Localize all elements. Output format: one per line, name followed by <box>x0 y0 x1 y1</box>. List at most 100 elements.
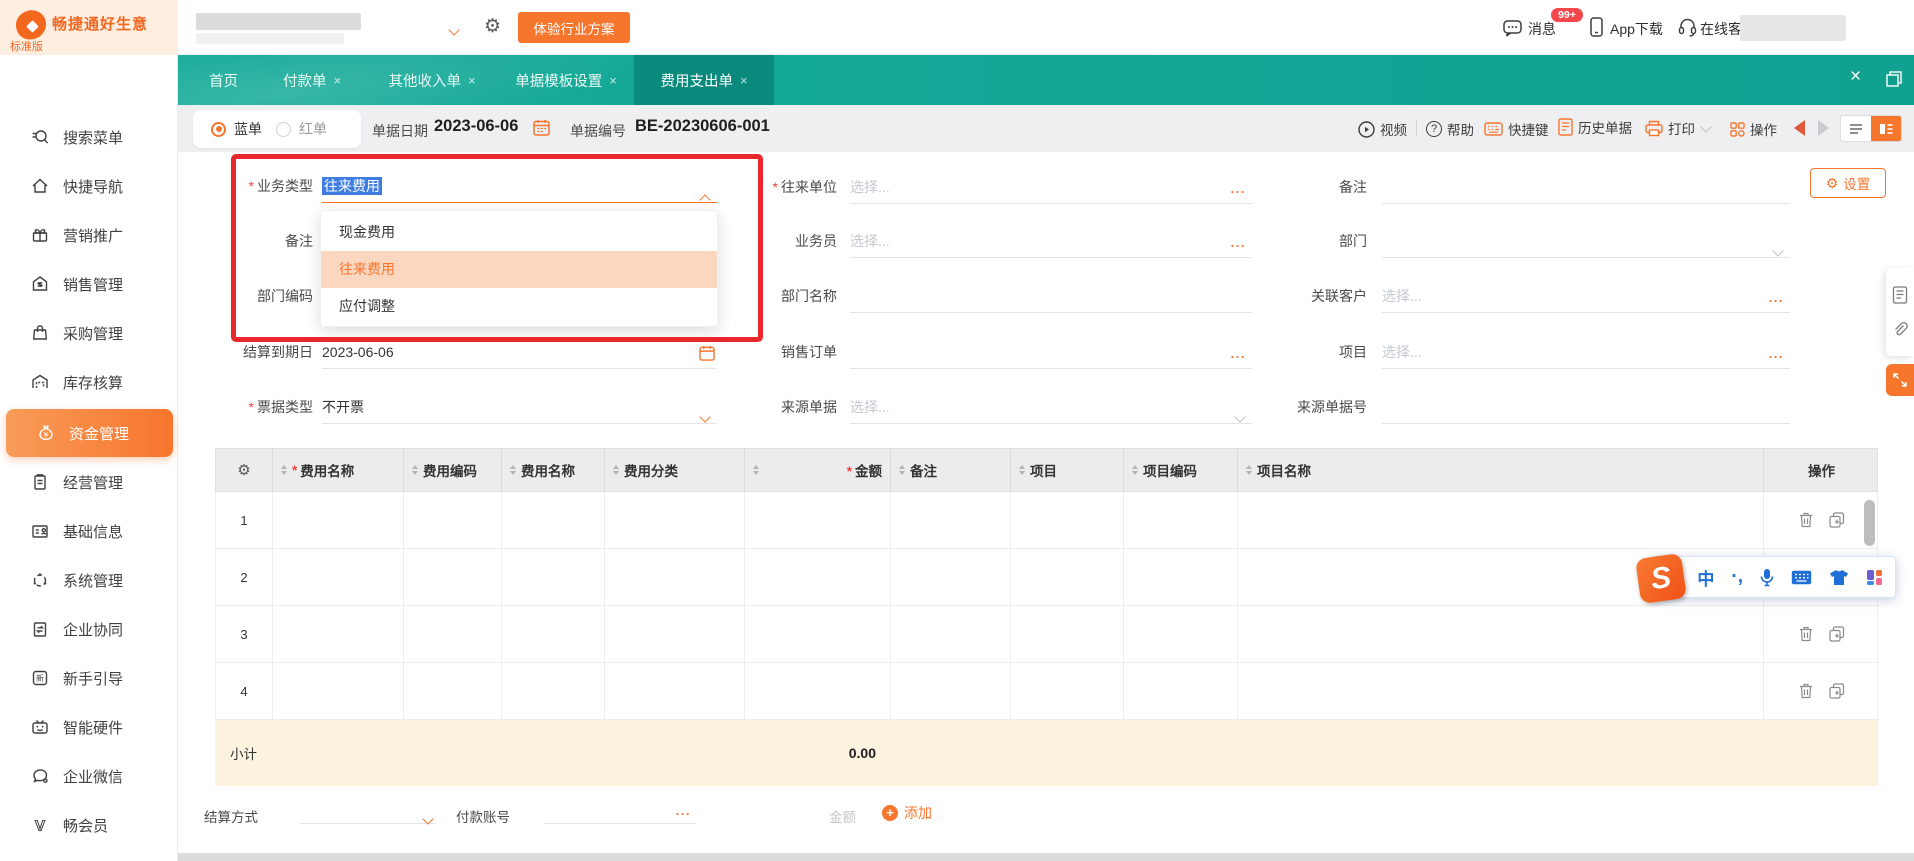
sidebar-item-search-menu[interactable]: 搜索菜单 <box>0 113 176 161</box>
table-cell[interactable] <box>745 492 891 549</box>
delete-row-icon[interactable] <box>1799 683 1813 699</box>
red-doc-radio[interactable] <box>276 121 291 137</box>
tab-template-settings[interactable]: 单据模板设置 × <box>494 55 638 105</box>
sidebar-item-newbie-guide[interactable]: 新 新手引导 <box>0 654 176 702</box>
message-bubble-icon[interactable] <box>1503 20 1522 37</box>
col-remark[interactable]: 备注 <box>891 449 1011 491</box>
table-cell[interactable] <box>745 663 891 720</box>
table-scrollbar-thumb[interactable] <box>1864 500 1875 546</box>
col-project-code[interactable]: 项目编码 <box>1124 449 1238 491</box>
table-cell[interactable] <box>1238 663 1764 720</box>
help-button[interactable]: ? 帮助 <box>1426 119 1474 139</box>
sort-icons[interactable] <box>412 464 418 476</box>
tabbar-windows-icon[interactable] <box>1886 71 1902 87</box>
skin-shirt-icon[interactable] <box>1829 569 1849 586</box>
headset-icon[interactable] <box>1678 17 1697 37</box>
app-download-label[interactable]: App下载 <box>1610 19 1663 39</box>
settle-due-date-field[interactable]: 2023-06-06 <box>322 337 717 369</box>
payment-account-field[interactable]: ... <box>545 796 695 824</box>
tab-home[interactable]: 首页 <box>186 55 261 105</box>
col-expense-code[interactable]: 费用编码 <box>404 449 502 491</box>
trial-plan-button[interactable]: 体验行业方案 <box>518 12 630 43</box>
hotkeys-button[interactable]: 快捷键 <box>1484 119 1549 139</box>
tab-close-icon[interactable]: × <box>740 73 748 88</box>
doc-no-value[interactable]: BE-20230606-001 <box>635 117 770 136</box>
table-cell[interactable] <box>502 549 605 606</box>
attachment-icon[interactable] <box>1892 321 1908 338</box>
sidebar-item-operations[interactable]: 经营管理 <box>0 458 176 506</box>
sidebar-item-collaboration[interactable]: 企业协同 <box>0 605 176 653</box>
dropdown-option-cash-expense[interactable]: 现金费用 <box>321 214 717 251</box>
sogou-logo[interactable]: S <box>1635 553 1687 604</box>
sort-icons[interactable] <box>613 464 619 476</box>
microphone-icon[interactable] <box>1760 568 1774 587</box>
prev-voucher-icon[interactable] <box>1794 120 1805 136</box>
source-doc-field[interactable]: 选择... <box>850 392 1252 424</box>
sidebar-item-marketing[interactable]: 营销推广 <box>0 211 176 259</box>
table-cell[interactable] <box>1011 663 1124 720</box>
table-cell[interactable] <box>1238 492 1764 549</box>
settle-method-field[interactable] <box>300 796 436 825</box>
table-cell[interactable] <box>891 606 1011 663</box>
salesperson-field[interactable]: 选择...... <box>850 226 1252 258</box>
table-cell[interactable] <box>745 606 891 663</box>
table-cell[interactable] <box>404 492 502 549</box>
phone-icon[interactable] <box>1590 17 1603 37</box>
table-cell[interactable] <box>891 549 1011 606</box>
table-cell[interactable] <box>273 549 404 606</box>
col-expense-category[interactable]: 费用分类 <box>605 449 745 491</box>
delete-row-icon[interactable] <box>1799 512 1813 528</box>
delete-row-icon[interactable] <box>1799 626 1813 642</box>
sort-icons[interactable] <box>1132 464 1138 476</box>
blue-doc-radio[interactable] <box>211 121 226 137</box>
table-cell[interactable] <box>404 606 502 663</box>
table-cell[interactable] <box>1011 606 1124 663</box>
table-cell[interactable] <box>502 492 605 549</box>
table-cell[interactable] <box>273 663 404 720</box>
sidebar-item-sales[interactable]: 销售管理 <box>0 260 176 308</box>
list-view-toggle[interactable] <box>1841 116 1871 141</box>
tab-expense-voucher[interactable]: 费用支出单 × <box>634 55 774 105</box>
table-cell[interactable] <box>605 606 745 663</box>
sort-icons[interactable] <box>281 464 287 476</box>
table-cell[interactable] <box>605 663 745 720</box>
copy-row-icon[interactable] <box>1828 512 1845 528</box>
col-amount[interactable]: * 金额 <box>745 449 891 491</box>
print-dropdown-chevron-icon[interactable] <box>1700 120 1712 133</box>
sidebar-item-quick-nav[interactable]: 快捷导航 <box>0 162 176 210</box>
dept-name-field[interactable] <box>850 281 1252 313</box>
more-picker-icon[interactable]: ... <box>1769 283 1784 313</box>
col-project[interactable]: 项目 <box>1011 449 1124 491</box>
sort-icons[interactable] <box>1246 464 1252 476</box>
counterparty-field[interactable]: 选择...... <box>850 172 1252 204</box>
table-cell[interactable] <box>1124 663 1238 720</box>
table-cell[interactable] <box>502 606 605 663</box>
sidebar-item-base-info[interactable]: 基础信息 <box>0 507 176 555</box>
company-switch-chevron-icon[interactable] <box>448 21 460 39</box>
table-cell[interactable] <box>502 663 605 720</box>
sort-icons[interactable] <box>1019 464 1025 476</box>
sidebar-item-wechat-work[interactable]: 企业微信 <box>0 752 176 800</box>
department-field[interactable] <box>1382 226 1790 258</box>
calendar-icon[interactable] <box>533 119 550 136</box>
tab-payment[interactable]: 付款单 × <box>262 55 362 105</box>
sidebar-item-inventory[interactable]: 库存核算 <box>0 358 176 406</box>
column-settings-header[interactable]: ⚙ <box>216 449 273 491</box>
video-button[interactable]: 视频 <box>1358 119 1407 139</box>
sales-order-field[interactable]: ... <box>850 337 1252 369</box>
print-button[interactable]: 打印 <box>1645 118 1712 138</box>
sidebar-item-smart-hardware[interactable]: 智能硬件 <box>0 703 176 751</box>
tab-other-income[interactable]: 其他收入单 × <box>372 55 492 105</box>
col-expense-name2[interactable]: 费用名称 <box>502 449 605 491</box>
expand-panel-tab[interactable] <box>1886 364 1914 396</box>
tabbar-close-icon[interactable]: × <box>1850 66 1861 88</box>
table-cell[interactable] <box>1011 549 1124 606</box>
table-cell[interactable] <box>404 663 502 720</box>
related-customer-field[interactable]: 选择...... <box>1382 281 1790 313</box>
invoice-type-field[interactable]: 不开票 <box>322 392 717 424</box>
table-cell[interactable] <box>891 663 1011 720</box>
sidebar-item-system[interactable]: 系统管理 <box>0 556 176 604</box>
more-picker-icon[interactable]: ... <box>1769 339 1784 369</box>
business-type-field[interactable]: 往来费用 <box>322 171 717 206</box>
table-cell[interactable] <box>1124 492 1238 549</box>
